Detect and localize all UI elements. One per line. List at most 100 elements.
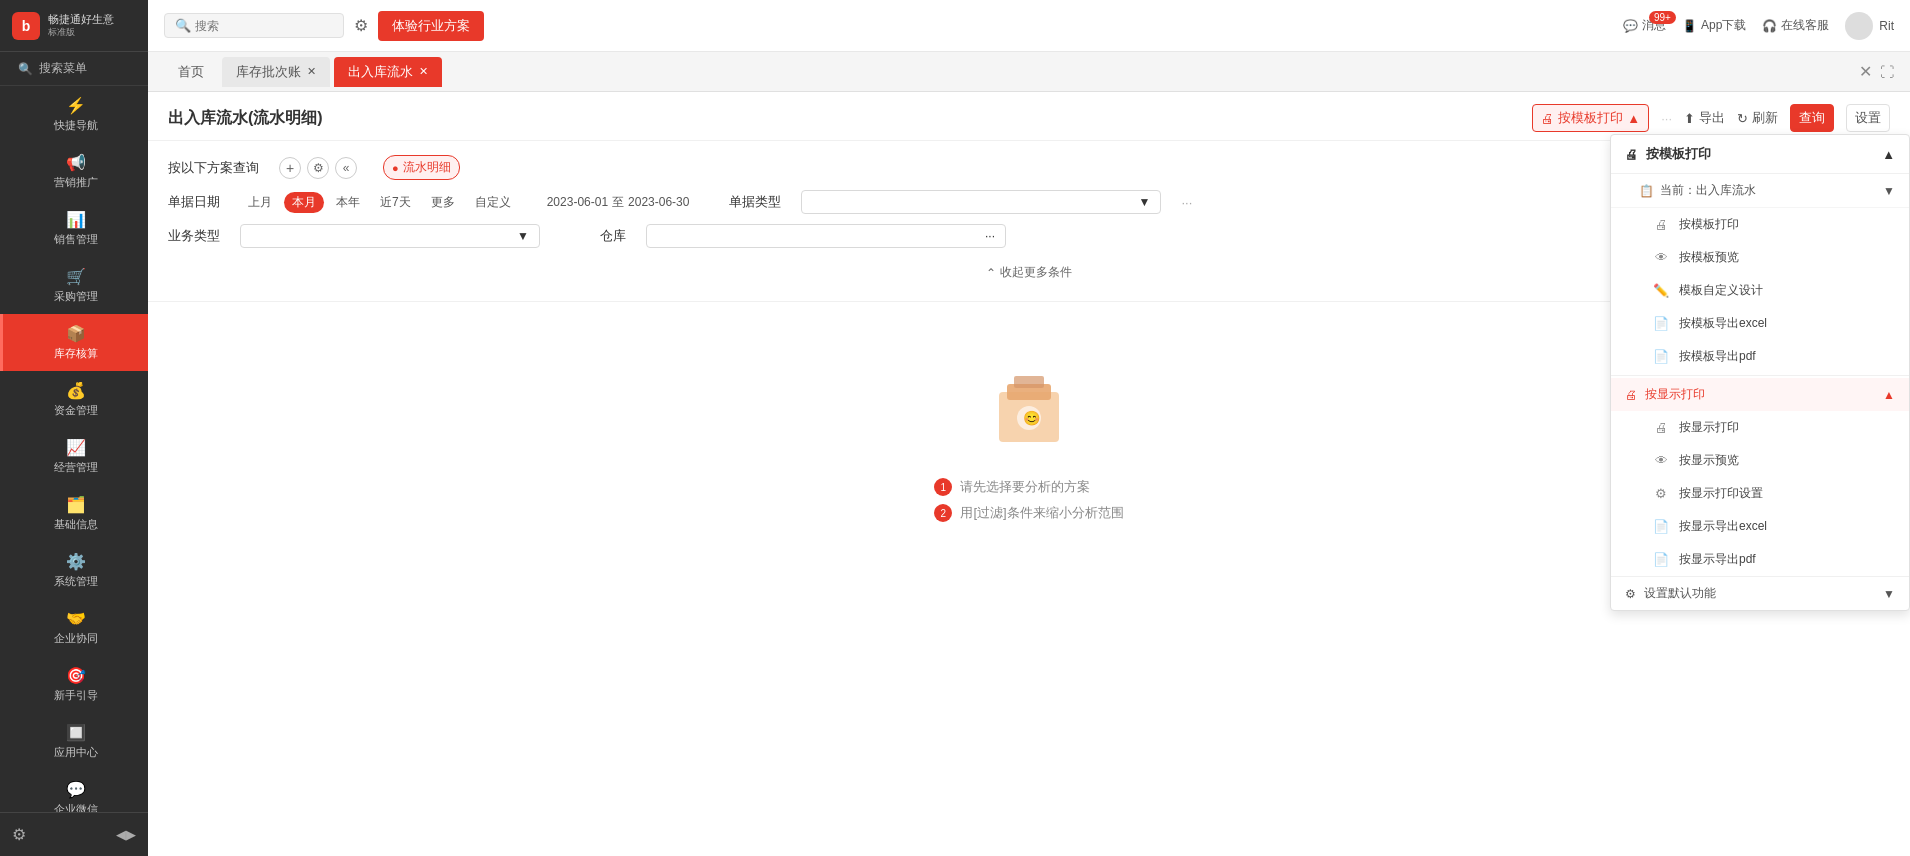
dropdown-item-export-pdf-template[interactable]: 📄 按模板导出pdf <box>1611 340 1909 373</box>
tab-inout-flow[interactable]: 出入库流水 ✕ <box>334 57 442 87</box>
pdf-icon: 📄 <box>1653 552 1669 567</box>
topbar-search-box[interactable]: 🔍 <box>164 13 344 38</box>
sidebar-collapse-icon[interactable]: ◀▶ <box>116 827 136 842</box>
search-input[interactable] <box>195 19 325 33</box>
dropdown-divider <box>1611 375 1909 376</box>
tab-inout-close-icon[interactable]: ✕ <box>419 65 428 78</box>
operations-icon: 📈 <box>66 438 86 457</box>
app-name: 畅捷通好生意 <box>48 12 114 26</box>
edit-icon: ✏️ <box>1653 283 1669 298</box>
sidebar-item-label: 快捷导航 <box>54 118 98 133</box>
dropdown-item-export-excel-template[interactable]: 📄 按模板导出excel <box>1611 307 1909 340</box>
topbar-left: 🔍 ⚙ 体验行业方案 <box>164 11 484 41</box>
tabs-expand-icon[interactable]: ⛶ <box>1880 64 1894 80</box>
biz-type-label: 业务类型 <box>168 227 220 245</box>
dropdown-item-custom-template[interactable]: ✏️ 模板自定义设计 <box>1611 274 1909 307</box>
settings-button[interactable]: 设置 <box>1846 104 1890 132</box>
warehouse-select[interactable]: ··· <box>646 224 1006 248</box>
chevron-down-icon: ▼ <box>1883 587 1895 601</box>
chevron-down-icon: ▼ <box>1139 195 1151 209</box>
preview-icon: 👁 <box>1653 453 1669 468</box>
sidebar-item-collab[interactable]: 🤝 企业协同 <box>0 599 148 656</box>
avatar <box>1845 12 1873 40</box>
sidebar-item-quick-nav[interactable]: ⚡ 快捷导航 <box>0 86 148 143</box>
dropdown-section-display[interactable]: 🖨 按显示打印 ▲ <box>1611 378 1909 411</box>
sidebar-bottom: ⚙ ◀▶ <box>0 812 148 856</box>
svg-text:😊: 😊 <box>1023 410 1041 427</box>
filter-add-button[interactable]: + <box>279 157 301 179</box>
date-to: 2023-06-30 <box>628 195 689 209</box>
tab-batch-account[interactable]: 库存批次账 ✕ <box>222 57 330 87</box>
dropdown-panel: 🖨 按模板打印 ▲ 📋 当前：出入库流水 ▼ 🖨 按模板打印 👁 按模板预览 <box>1610 134 1910 611</box>
dropdown-header[interactable]: 🖨 按模板打印 ▲ <box>1611 135 1909 174</box>
app-name-block: 畅捷通好生意 标准版 <box>48 12 114 39</box>
user-area[interactable]: Rit <box>1845 12 1894 40</box>
trial-button[interactable]: 体验行业方案 <box>378 11 484 41</box>
topbar-gear-icon[interactable]: ⚙ <box>354 16 368 35</box>
dropdown-item-export-pdf-display[interactable]: 📄 按显示导出pdf <box>1611 543 1909 576</box>
sidebar-item-label: 经营管理 <box>54 460 98 475</box>
sidebar-item-sales[interactable]: 📊 销售管理 <box>0 200 148 257</box>
sidebar-search[interactable]: 🔍 搜索菜单 <box>0 52 148 86</box>
filter-tag-icon: ● <box>392 162 399 174</box>
sidebar-item-system[interactable]: ⚙️ 系统管理 <box>0 542 148 599</box>
tabs-close-all-icon[interactable]: ✕ <box>1859 62 1872 81</box>
collapse-button[interactable]: ⌃ 收起更多条件 <box>970 258 1088 287</box>
section-display-label: 按显示打印 <box>1645 386 1705 403</box>
filter-collapse-icon[interactable]: « <box>335 157 357 179</box>
date-opt-last-month[interactable]: 上月 <box>240 192 280 213</box>
tab-batch-close-icon[interactable]: ✕ <box>307 65 316 78</box>
dropdown-footer[interactable]: ⚙ 设置默认功能 ▼ <box>1611 576 1909 610</box>
sidebar-item-purchase[interactable]: 🛒 采购管理 <box>0 257 148 314</box>
refresh-button[interactable]: ↻ 刷新 <box>1737 109 1778 127</box>
sidebar-item-label: 库存核算 <box>54 346 98 361</box>
biz-type-select[interactable]: ▼ <box>240 224 540 248</box>
online-service-link[interactable]: 🎧 在线客服 <box>1762 17 1829 34</box>
app-download-link[interactable]: 📱 App下载 <box>1682 17 1746 34</box>
date-opt-this-year[interactable]: 本年 <box>328 192 368 213</box>
sidebar: b 畅捷通好生意 标准版 🔍 搜索菜单 ⚡ 快捷导航 📢 营销推广 📊 销售管理… <box>0 0 148 856</box>
excel-icon: 📄 <box>1653 316 1669 331</box>
tab-home[interactable]: 首页 <box>164 57 218 87</box>
sidebar-item-apps[interactable]: 🔲 应用中心 <box>0 713 148 770</box>
sidebar-item-marketing[interactable]: 📢 营销推广 <box>0 143 148 200</box>
type-field-select[interactable]: ▼ <box>801 190 1161 214</box>
sidebar-item-guide[interactable]: 🎯 新手引导 <box>0 656 148 713</box>
dropdown-current[interactable]: 📋 当前：出入库流水 ▼ <box>1611 174 1909 208</box>
step-2-number: 2 <box>934 504 952 522</box>
date-opt-custom[interactable]: 自定义 <box>467 192 519 213</box>
tab-batch-label: 库存批次账 <box>236 63 301 81</box>
export-button[interactable]: ⬆ 导出 <box>1684 109 1725 127</box>
sidebar-settings-icon[interactable]: ⚙ <box>12 825 26 844</box>
type-field-more-icon[interactable]: ··· <box>1181 195 1192 210</box>
actions-divider: ··· <box>1661 111 1672 126</box>
topbar: 🔍 ⚙ 体验行业方案 💬 消息 99+ 📱 App下载 🎧 在线客服 R <box>148 0 1910 52</box>
dropdown-item-export-excel-display[interactable]: 📄 按显示导出excel <box>1611 510 1909 543</box>
dropdown-item-print-settings-display[interactable]: ⚙ 按显示打印设置 <box>1611 477 1909 510</box>
date-opt-this-month[interactable]: 本月 <box>284 192 324 213</box>
sidebar-item-wechat[interactable]: 💬 企业微信 <box>0 770 148 812</box>
item-label: 按模板导出pdf <box>1679 348 1756 365</box>
dropdown-item-print-template[interactable]: 🖨 按模板打印 <box>1611 208 1909 241</box>
dropdown-item-preview-template[interactable]: 👁 按模板预览 <box>1611 241 1909 274</box>
item-label: 按显示打印 <box>1679 419 1739 436</box>
message-badge[interactable]: 💬 消息 99+ <box>1623 17 1666 34</box>
sidebar-item-inventory[interactable]: 📦 库存核算 <box>0 314 148 371</box>
date-opt-more[interactable]: 更多 <box>423 192 463 213</box>
pdf-icon: 📄 <box>1653 349 1669 364</box>
filter-tag-detail[interactable]: ● 流水明细 <box>383 155 460 180</box>
date-opt-7days[interactable]: 近7天 <box>372 192 419 213</box>
query-button[interactable]: 查询 <box>1790 104 1834 132</box>
printer-icon: 🖨 <box>1625 147 1638 162</box>
print-template-button[interactable]: 🖨 按模板打印 ▲ <box>1532 104 1649 132</box>
dropdown-item-print-display[interactable]: 🖨 按显示打印 <box>1611 411 1909 444</box>
dropdown-item-preview-display[interactable]: 👁 按显示预览 <box>1611 444 1909 477</box>
chevron-down-icon: ▼ <box>1883 184 1895 198</box>
filter-settings-icon[interactable]: ⚙ <box>307 157 329 179</box>
sidebar-item-finance[interactable]: 💰 资金管理 <box>0 371 148 428</box>
app-download-label: App下载 <box>1701 17 1746 34</box>
sidebar-item-basic[interactable]: 🗂️ 基础信息 <box>0 485 148 542</box>
sidebar-item-label: 采购管理 <box>54 289 98 304</box>
purchase-icon: 🛒 <box>66 267 86 286</box>
sidebar-item-operations[interactable]: 📈 经营管理 <box>0 428 148 485</box>
